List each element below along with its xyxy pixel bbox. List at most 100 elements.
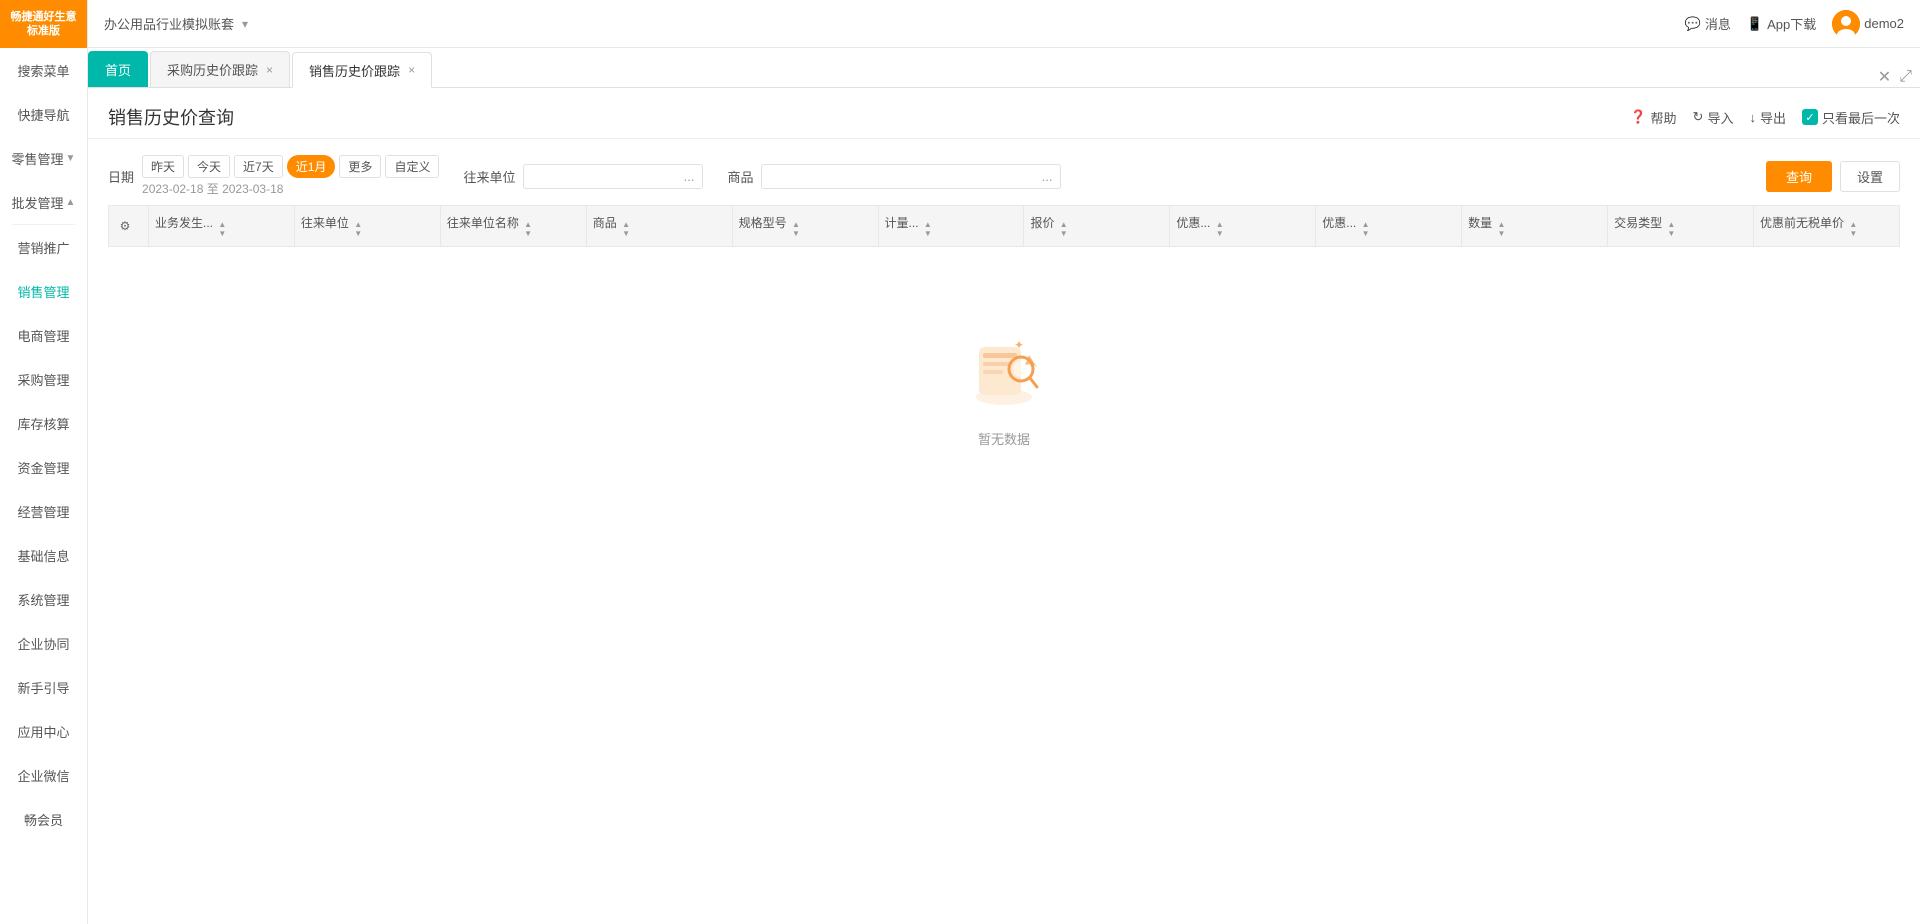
- table-header-goods[interactable]: 商品 ▲▼: [586, 206, 732, 247]
- export-icon: ↓: [1749, 110, 1756, 125]
- sidebar-item-app-center[interactable]: 应用中心: [0, 709, 87, 753]
- empty-state: ✦ 暂无数据: [109, 247, 1900, 528]
- user-menu[interactable]: demo2: [1832, 10, 1904, 38]
- table-header-discount2[interactable]: 优惠... ▲▼: [1316, 206, 1462, 247]
- sidebar: 畅捷通好生意标准版 搜索菜单 快捷导航 零售管理 ▼ 批发管理 ▲ 营销推广 销…: [0, 0, 88, 924]
- app-logo: 畅捷通好生意标准版: [0, 0, 87, 48]
- app-download-button[interactable]: 📱 App下载: [1747, 14, 1816, 33]
- sort-icon: ▲▼: [1498, 220, 1506, 238]
- table-header-unit[interactable]: 计量... ▲▼: [878, 206, 1024, 247]
- table-header-price[interactable]: 报价 ▲▼: [1024, 206, 1170, 247]
- date-btn-custom[interactable]: 自定义: [385, 155, 439, 178]
- page-header-actions: ❓ 帮助 ↻ 导入 ↓ 导出 ✓ 只看最后一次: [1630, 108, 1900, 127]
- sort-icon: ▲▼: [1060, 220, 1068, 238]
- sidebar-item-ecommerce[interactable]: 电商管理: [0, 313, 87, 357]
- tab-close-all-button[interactable]: ✕: [1878, 67, 1891, 87]
- message-button[interactable]: 💬 消息: [1685, 14, 1731, 33]
- date-btn-7days[interactable]: 近7天: [234, 155, 283, 178]
- date-range-display: 2023-02-18 至 2023-03-18: [142, 180, 439, 197]
- table-header-partner-code[interactable]: 往来单位 ▲▼: [294, 206, 440, 247]
- table-header-biz-date[interactable]: 业务发生... ▲▼: [149, 206, 295, 247]
- topbar: 办公用品行业模拟账套 ▾ 💬 消息 📱 App下载 demo2: [88, 0, 1920, 48]
- sidebar-item-purchase-mgmt[interactable]: 采购管理: [0, 357, 87, 401]
- avatar: [1832, 10, 1860, 38]
- empty-illustration: ✦: [959, 327, 1049, 417]
- date-btn-more[interactable]: 更多: [339, 155, 381, 178]
- tab-close-sales[interactable]: ×: [408, 63, 415, 77]
- sidebar-item-finance[interactable]: 资金管理: [0, 445, 87, 489]
- tab-home[interactable]: 首页: [88, 51, 148, 87]
- table-settings-icon[interactable]: ⚙: [115, 216, 135, 236]
- topbar-dropdown-icon[interactable]: ▾: [242, 17, 248, 31]
- sidebar-item-search-menu[interactable]: 搜索菜单: [0, 48, 87, 92]
- sidebar-item-enterprise-collab[interactable]: 企业协同: [0, 621, 87, 665]
- checkbox-icon: ✓: [1802, 109, 1818, 125]
- sidebar-item-quick-nav[interactable]: 快捷导航: [0, 92, 87, 136]
- sort-icon: ▲▼: [524, 220, 532, 238]
- sort-icon: ▲▼: [1849, 220, 1857, 238]
- table-header-discount1[interactable]: 优惠... ▲▼: [1170, 206, 1316, 247]
- sidebar-item-operations[interactable]: 经营管理: [0, 489, 87, 533]
- tab-close-purchase[interactable]: ×: [266, 63, 273, 77]
- date-btn-1month[interactable]: 近1月: [287, 155, 336, 178]
- date-buttons: 昨天 今天 近7天 近1月 更多 自定义: [142, 155, 439, 178]
- sidebar-item-sales-mgmt[interactable]: 销售管理: [0, 269, 87, 313]
- only-last-checkbox[interactable]: ✓ 只看最后一次: [1802, 108, 1900, 127]
- page-content: 销售历史价查询 ❓ 帮助 ↻ 导入 ↓ 导出 ✓ 只看最后一次: [88, 88, 1920, 924]
- page-header: 销售历史价查询 ❓ 帮助 ↻ 导入 ↓ 导出 ✓ 只看最后一次: [88, 88, 1920, 139]
- sidebar-item-new-guide[interactable]: 新手引导: [0, 665, 87, 709]
- export-button[interactable]: ↓ 导出: [1749, 108, 1786, 127]
- date-filter-group: 日期 昨天 今天 近7天 近1月 更多 自定义 2023-02-18 至 202…: [108, 155, 439, 197]
- table-header-pretax-price[interactable]: 优惠前无税单价 ▲▼: [1753, 206, 1899, 247]
- partner-filter-group: 往来单位 ...: [463, 164, 703, 189]
- topbar-actions: 💬 消息 📱 App下载 demo2: [1685, 10, 1904, 38]
- sort-icon: ▲▼: [1362, 220, 1370, 238]
- table-header-spec[interactable]: 规格型号 ▲▼: [732, 206, 878, 247]
- settings-button[interactable]: 设置: [1840, 161, 1900, 192]
- partner-filter-label: 往来单位: [463, 167, 515, 186]
- page-title: 销售历史价查询: [108, 104, 234, 130]
- sidebar-item-retail-mgmt[interactable]: 零售管理 ▼: [0, 136, 87, 180]
- table-wrapper: ⚙ 业务发生... ▲▼ 往来单位 ▲▼ 往来单位名称 ▲▼: [88, 205, 1920, 924]
- help-button[interactable]: ❓ 帮助: [1630, 108, 1676, 127]
- date-filter-label: 日期: [108, 167, 134, 186]
- tab-purchase-history[interactable]: 采购历史价跟踪 ×: [150, 51, 290, 87]
- sort-icon: ▲▼: [218, 220, 226, 238]
- table-header-partner-name[interactable]: 往来单位名称 ▲▼: [440, 206, 586, 247]
- goods-filter-group: 商品 ...: [727, 164, 1061, 189]
- sidebar-item-member[interactable]: 畅会员: [0, 797, 87, 841]
- filter-right-actions: 查询 设置: [1766, 161, 1900, 192]
- goods-filter-label: 商品: [727, 167, 753, 186]
- sidebar-item-system-mgmt[interactable]: 系统管理: [0, 577, 87, 621]
- import-icon: ↻: [1693, 109, 1704, 125]
- tab-actions: ✕ ⤢: [1878, 67, 1920, 87]
- sort-icon: ▲▼: [1216, 220, 1224, 238]
- goods-input[interactable]: ...: [761, 164, 1061, 189]
- sort-icon: ▲▼: [622, 220, 630, 238]
- sidebar-item-wholesale-mgmt[interactable]: 批发管理 ▲: [0, 180, 87, 224]
- sidebar-item-marketing[interactable]: 营销推广: [0, 225, 87, 269]
- date-btn-today[interactable]: 今天: [188, 155, 230, 178]
- filter-bar: 日期 昨天 今天 近7天 近1月 更多 自定义 2023-02-18 至 202…: [88, 139, 1920, 205]
- import-button[interactable]: ↻ 导入: [1693, 108, 1734, 127]
- date-filter-col: 昨天 今天 近7天 近1月 更多 自定义 2023-02-18 至 2023-0…: [142, 155, 439, 197]
- tab-maximize-button[interactable]: ⤢: [1899, 68, 1912, 86]
- sort-icon: ▲▼: [792, 220, 800, 238]
- main-area: 办公用品行业模拟账套 ▾ 💬 消息 📱 App下载 demo2 首页: [88, 0, 1920, 924]
- sidebar-item-inventory[interactable]: 库存核算: [0, 401, 87, 445]
- data-table: ⚙ 业务发生... ▲▼ 往来单位 ▲▼ 往来单位名称 ▲▼: [108, 205, 1900, 528]
- empty-text: 暂无数据: [978, 429, 1030, 448]
- partner-input[interactable]: ...: [523, 164, 703, 189]
- sidebar-item-enterprise-wechat[interactable]: 企业微信: [0, 753, 87, 797]
- date-btn-yesterday[interactable]: 昨天: [142, 155, 184, 178]
- tab-sales-history[interactable]: 销售历史价跟踪 ×: [292, 52, 432, 88]
- chevron-up-icon: ▲: [66, 197, 76, 208]
- sidebar-item-basic-info[interactable]: 基础信息: [0, 533, 87, 577]
- table-header-trade-type[interactable]: 交易类型 ▲▼: [1608, 206, 1754, 247]
- partner-input-dots: ...: [684, 169, 695, 184]
- query-button[interactable]: 查询: [1766, 161, 1832, 192]
- message-icon: 💬: [1685, 16, 1701, 32]
- chevron-down-icon: ▼: [66, 153, 76, 164]
- table-header-qty[interactable]: 数量 ▲▼: [1462, 206, 1608, 247]
- download-icon: 📱: [1747, 16, 1763, 32]
